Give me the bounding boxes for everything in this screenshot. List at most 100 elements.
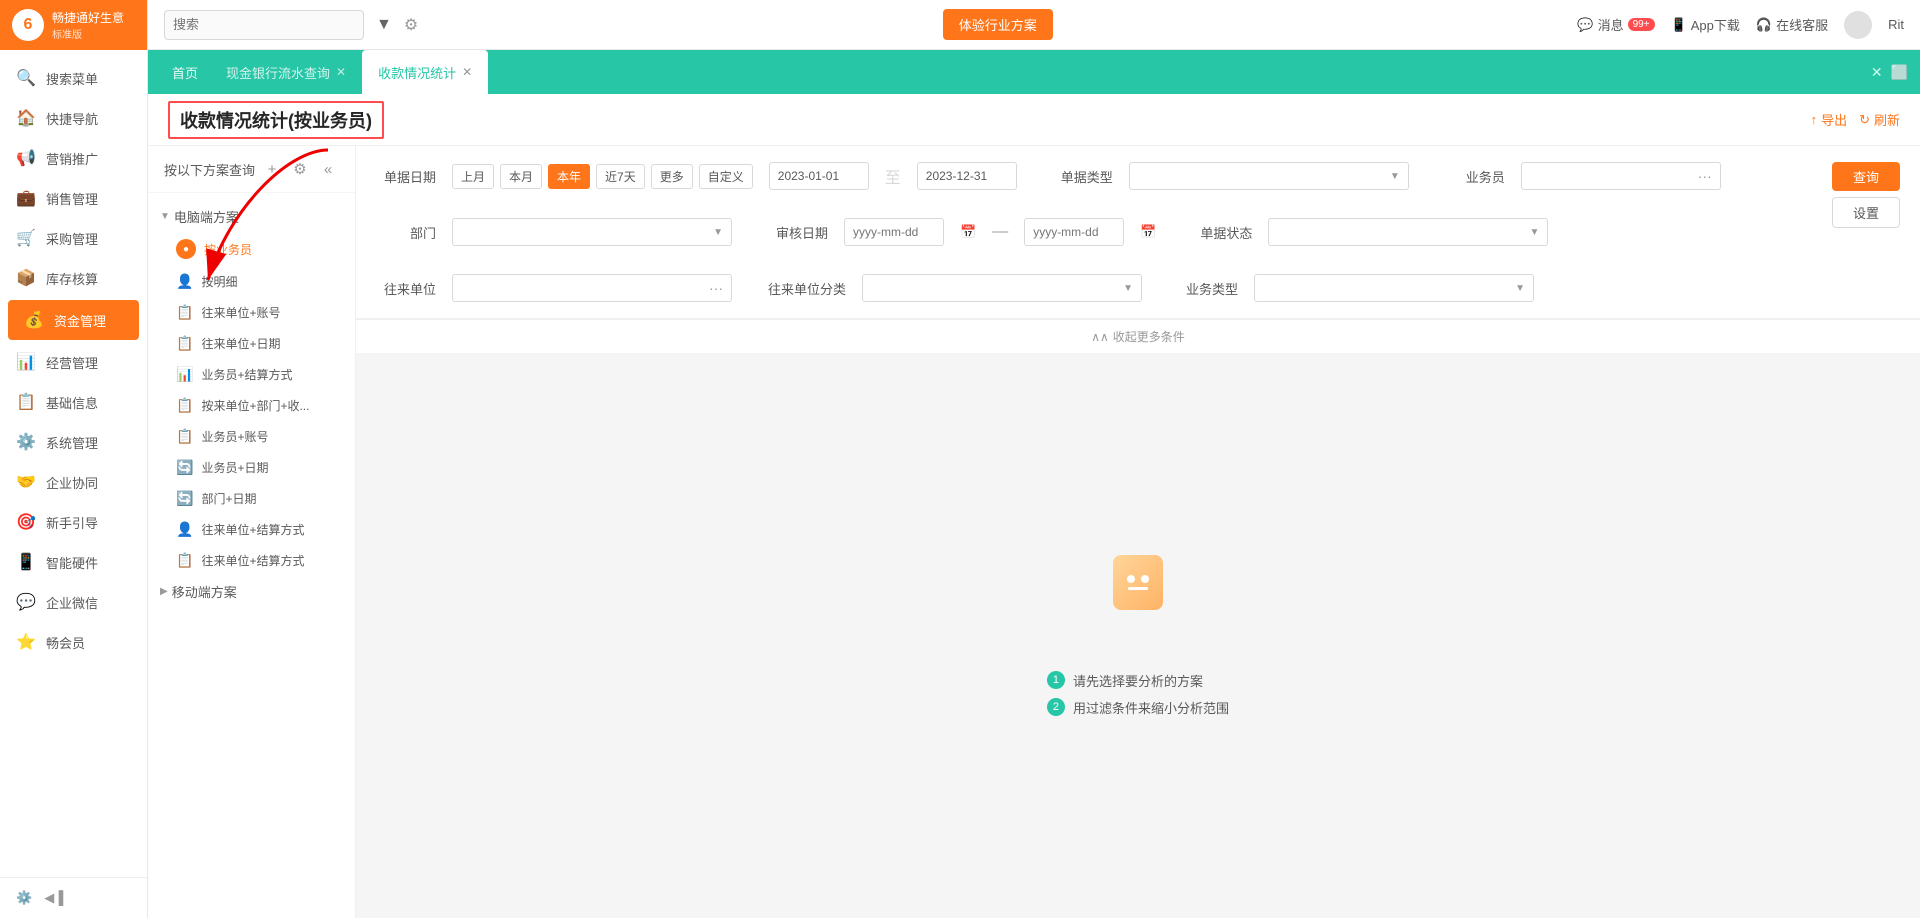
sidebar-item-finance[interactable]: 💰 资金管理	[8, 300, 139, 340]
dropdown-arrow[interactable]: ▼	[376, 16, 392, 34]
window-close-icon[interactable]: ✕	[1871, 64, 1883, 81]
refresh-button[interactable]: ↻ 刷新	[1859, 110, 1900, 129]
sidebar-item-operation[interactable]: 📊 经营管理	[0, 342, 147, 382]
sidebar-item-label: 销售管理	[46, 189, 98, 208]
tab-bank[interactable]: 现金银行流水查询 ✕	[210, 50, 362, 94]
filter-row-2: 部门 ▼ 审核日期 📅 — 📅	[376, 218, 1816, 246]
scheme-group-label: 电脑端方案	[174, 207, 239, 226]
scheme-item-by-salesman[interactable]: ● 按业务员	[148, 232, 355, 266]
scheme-icon: 🔄	[176, 490, 193, 507]
sidebar-item-sales[interactable]: 💼 销售管理	[0, 178, 147, 218]
scheme-item-unit-settlement1[interactable]: 👤 往来单位+结算方式	[148, 514, 355, 545]
calendar-icon[interactable]: 📅	[960, 224, 976, 240]
scheme-group-mobile-header[interactable]: ▶ 移动端方案	[148, 576, 355, 607]
sidebar-item-guide[interactable]: 🎯 新手引导	[0, 502, 147, 542]
sidebar-item-hardware[interactable]: 📱 智能硬件	[0, 542, 147, 582]
scheme-item-unit-date[interactable]: 📋 往来单位+日期	[148, 328, 355, 359]
member-icon: ⭐	[16, 632, 36, 652]
scheme-item-salesman-settlement[interactable]: 📊 业务员+结算方式	[148, 359, 355, 390]
date-btn-last-month[interactable]: 上月	[452, 164, 494, 189]
date-dash: —	[992, 223, 1008, 241]
message-item[interactable]: 💬 消息 99+	[1577, 15, 1654, 34]
calendar-icon[interactable]: 📅	[1140, 224, 1156, 240]
app-download-label: App下载	[1691, 15, 1740, 34]
filter-panel: 单据日期 上月 本月 本年 近7天 更多 自定义	[356, 146, 1920, 319]
sidebar-item-shortcut[interactable]: 🏠 快捷导航	[0, 98, 147, 138]
export-label: 导出	[1821, 110, 1847, 129]
app-download-item[interactable]: 📱 App下载	[1671, 15, 1740, 34]
salesman-label: 业务员	[1445, 167, 1505, 186]
date-btn-this-year[interactable]: 本年	[548, 164, 590, 189]
empty-hints: 1 请先选择要分析的方案 2 用过滤条件来缩小分析范围	[1047, 671, 1229, 717]
scheme-icon: 📋	[176, 552, 193, 569]
collapse-icon[interactable]: ◀▐	[44, 890, 63, 906]
scheme-item-salesman-account[interactable]: 📋 业务员+账号	[148, 421, 355, 452]
gear-icon[interactable]: ⚙	[404, 15, 418, 35]
avatar[interactable]	[1844, 11, 1872, 39]
message-badge: 99+	[1628, 18, 1655, 31]
export-button[interactable]: ↑ 导出	[1811, 110, 1848, 129]
sidebar-item-member[interactable]: ⭐ 畅会员	[0, 622, 147, 662]
unit-select[interactable]: ···	[452, 274, 732, 302]
date-btn-this-month[interactable]: 本月	[500, 164, 542, 189]
scheme-item-unit-account[interactable]: 📋 往来单位+账号	[148, 297, 355, 328]
scheme-item-unit-dept[interactable]: 📋 按来单位+部门+收...	[148, 390, 355, 421]
settings-scheme-button[interactable]: ⚙	[289, 158, 311, 180]
wechat-icon: 💬	[16, 592, 36, 612]
review-date-from[interactable]	[844, 218, 944, 246]
collapse-scheme-button[interactable]: «	[317, 158, 339, 180]
date-from-input[interactable]	[769, 162, 869, 190]
date-btn-custom[interactable]: 自定义	[699, 164, 753, 189]
tab-collection-close[interactable]: ✕	[462, 65, 472, 79]
sidebar-item-label: 系统管理	[46, 433, 98, 452]
unit-category-select[interactable]: ▼	[862, 274, 1142, 302]
dept-select[interactable]: ▼	[452, 218, 732, 246]
biz-type-select[interactable]: ▼	[1254, 274, 1534, 302]
more-dots[interactable]: ···	[1698, 168, 1712, 184]
trial-button[interactable]: 体验行业方案	[943, 9, 1053, 40]
hint-num-2: 2	[1047, 698, 1065, 716]
collapse-bar[interactable]: ∧∧ 收起更多条件	[356, 319, 1920, 353]
sidebar-item-inventory[interactable]: 📦 库存核算	[0, 258, 147, 298]
more-dots-icon[interactable]: ···	[709, 280, 723, 296]
review-date-to[interactable]	[1024, 218, 1124, 246]
date-to-input[interactable]	[917, 162, 1017, 190]
doc-status-select[interactable]: ▼	[1268, 218, 1548, 246]
setting-button[interactable]: 设置	[1832, 197, 1900, 228]
sidebar-item-purchase[interactable]: 🛒 采购管理	[0, 218, 147, 258]
scheme-item-label: 按来单位+部门+收...	[201, 397, 309, 414]
sidebar-item-base[interactable]: 📋 基础信息	[0, 382, 147, 422]
sidebar-item-search[interactable]: 🔍 搜索菜单	[0, 58, 147, 98]
date-btn-more[interactable]: 更多	[651, 164, 693, 189]
sidebar-item-marketing[interactable]: 📢 营销推广	[0, 138, 147, 178]
salesman-select[interactable]: ···	[1521, 162, 1721, 190]
date-btn-7days[interactable]: 近7天	[596, 164, 645, 189]
sidebar-item-enterprise[interactable]: 🤝 企业协同	[0, 462, 147, 502]
scheme-item-unit-settlement2[interactable]: 📋 往来单位+结算方式	[148, 545, 355, 576]
scheme-group-label: 移动端方案	[172, 582, 237, 601]
window-maximize-icon[interactable]: ⬜	[1891, 64, 1908, 81]
settings-icon[interactable]: ⚙️	[16, 890, 32, 906]
search-input[interactable]	[164, 10, 364, 40]
online-service-item[interactable]: 🎧 在线客服	[1756, 15, 1828, 34]
hint-num-1: 1	[1047, 671, 1065, 689]
add-scheme-button[interactable]: +	[261, 158, 283, 180]
tab-collection-label: 收款情况统计	[378, 63, 456, 82]
scheme-item-salesman-date[interactable]: 🔄 业务员+日期	[148, 452, 355, 483]
scheme-list: ▼ 电脑端方案 ● 按业务员 👤 按明细 📋	[148, 193, 355, 918]
tab-home[interactable]: 首页	[160, 50, 210, 94]
doc-type-select[interactable]: ▼	[1129, 162, 1409, 190]
tab-bank-close[interactable]: ✕	[336, 65, 346, 79]
scheme-item-dept-date[interactable]: 🔄 部门+日期	[148, 483, 355, 514]
scheme-group-desktop-header[interactable]: ▼ 电脑端方案	[148, 201, 355, 232]
collapse-text: ∧∧ 收起更多条件	[1091, 328, 1185, 345]
scheme-item-by-detail[interactable]: 👤 按明细	[148, 266, 355, 297]
inventory-icon: 📦	[16, 268, 36, 288]
tab-collection[interactable]: 收款情况统计 ✕	[362, 50, 488, 94]
sidebar-item-wechat[interactable]: 💬 企业微信	[0, 582, 147, 622]
tab-bank-label: 现金银行流水查询	[226, 63, 330, 82]
scheme-panel: 按以下方案查询 + ⚙ « ▼ 电脑端方案 ●	[148, 146, 356, 918]
sidebar-item-system[interactable]: ⚙️ 系统管理	[0, 422, 147, 462]
query-button[interactable]: 查询	[1832, 162, 1900, 191]
scheme-item-label: 往来单位+日期	[201, 335, 280, 352]
